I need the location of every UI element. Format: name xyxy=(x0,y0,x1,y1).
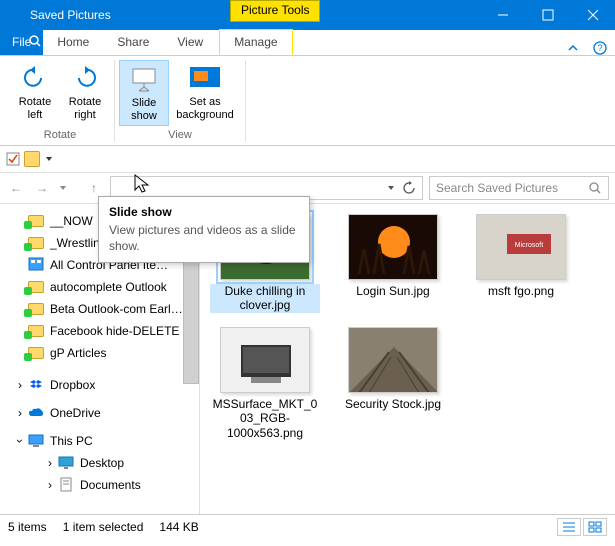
thumbnail xyxy=(348,327,438,393)
rotate-right-button[interactable]: Rotate right xyxy=(60,60,110,124)
ribbon-group-label-view: View xyxy=(168,129,192,141)
file-name: msft fgo.png xyxy=(488,284,554,298)
tree-item-onedrive[interactable]: ›OneDrive xyxy=(0,402,199,424)
titlebar: Saved Pictures Picture Tools xyxy=(0,0,615,30)
tab-home[interactable]: Home xyxy=(43,29,103,55)
status-size: 144 KB xyxy=(159,520,198,534)
tree-item[interactable]: Facebook hide-DELETE xyxy=(0,320,199,342)
tree-item[interactable]: Beta Outlook-com Earl… xyxy=(0,298,199,320)
tree-item-documents[interactable]: ›Documents xyxy=(0,474,199,496)
pc-icon xyxy=(28,433,44,449)
tree-item[interactable]: gP Articles xyxy=(0,342,199,364)
svg-text:Microsoft: Microsoft xyxy=(515,242,543,249)
ribbon-group-rotate: Rotate left Rotate right Rotate xyxy=(6,60,115,141)
onedrive-icon xyxy=(28,405,44,421)
set-as-background-button[interactable]: Set as background xyxy=(169,60,241,126)
chevron-right-icon: › xyxy=(48,478,52,492)
file-name: Duke chilling in clover.jpg xyxy=(210,284,320,313)
rotate-left-icon xyxy=(21,62,49,94)
tab-file[interactable]: File xyxy=(0,29,43,55)
file-item[interactable]: MSSurface_MKT_003_RGB-1000x563.png xyxy=(210,327,320,440)
file-item[interactable]: Login Sun.jpg xyxy=(338,214,448,313)
desktop-icon xyxy=(58,455,74,471)
tree-item-dropbox[interactable]: ›Dropbox xyxy=(0,374,199,396)
help-icon[interactable]: ? xyxy=(593,41,607,55)
minimize-button[interactable] xyxy=(480,0,525,30)
tab-share[interactable]: Share xyxy=(103,29,163,55)
details-view-button[interactable] xyxy=(557,518,581,536)
thumbnail xyxy=(220,327,310,393)
maximize-button[interactable] xyxy=(525,0,570,30)
search-box[interactable]: Search Saved Pictures xyxy=(429,176,609,200)
status-bar: 5 items 1 item selected 144 KB xyxy=(0,514,615,538)
tooltip-slide-show: Slide show View pictures and videos as a… xyxy=(98,196,310,263)
ribbon-group-label-rotate: Rotate xyxy=(44,129,76,141)
file-name: Security Stock.jpg xyxy=(345,397,441,411)
close-button[interactable] xyxy=(570,0,615,30)
file-name: Login Sun.jpg xyxy=(356,284,429,298)
tree-item[interactable]: autocomplete Outlook xyxy=(0,276,199,298)
ribbon-tabs: File Home Share View Manage ? xyxy=(0,30,615,56)
search-placeholder: Search Saved Pictures xyxy=(436,181,558,195)
rotate-right-icon xyxy=(71,62,99,94)
ribbon-collapse-icon[interactable] xyxy=(567,42,579,54)
chevron-down-icon: › xyxy=(13,439,27,443)
address-dropdown-icon[interactable] xyxy=(386,183,396,193)
file-name: MSSurface_MKT_003_RGB-1000x563.png xyxy=(210,397,320,440)
context-tab-picture-tools[interactable]: Picture Tools xyxy=(230,0,320,22)
thumbnail: Microsoft xyxy=(476,214,566,280)
qat-dropdown-icon[interactable] xyxy=(44,154,54,164)
forward-button[interactable]: → xyxy=(32,181,52,195)
up-button[interactable]: ↑ xyxy=(84,181,104,195)
status-selected: 1 item selected xyxy=(63,520,144,534)
back-button[interactable]: ← xyxy=(6,181,26,195)
qat-checkbox-icon[interactable] xyxy=(6,152,20,166)
search-icon[interactable] xyxy=(588,181,602,195)
dropbox-icon xyxy=(28,377,44,393)
quick-access-toolbar xyxy=(0,146,615,172)
ribbon: Rotate left Rotate right Rotate Slide sh… xyxy=(0,56,615,146)
qat-folder-icon[interactable] xyxy=(24,151,40,167)
svg-text:?: ? xyxy=(597,43,602,53)
control-panel-icon xyxy=(28,257,44,273)
refresh-icon[interactable] xyxy=(402,181,416,195)
status-item-count: 5 items xyxy=(8,520,47,534)
file-item[interactable]: Security Stock.jpg xyxy=(338,327,448,440)
file-item[interactable]: Microsoft msft fgo.png xyxy=(466,214,576,313)
ribbon-group-view: Slide show Set as background View xyxy=(115,60,246,141)
tell-me-icon[interactable] xyxy=(28,34,42,48)
set-background-icon xyxy=(188,62,222,94)
tree-item-thispc[interactable]: ›This PC xyxy=(0,430,199,452)
recent-dropdown[interactable] xyxy=(58,183,78,193)
window-title: Saved Pictures xyxy=(0,8,111,22)
window-controls xyxy=(480,0,615,30)
documents-icon xyxy=(58,477,74,493)
tooltip-body: View pictures and videos as a slide show… xyxy=(109,223,299,254)
rotate-left-button[interactable]: Rotate left xyxy=(10,60,60,124)
slide-show-button[interactable]: Slide show xyxy=(119,60,169,126)
thumbnails-view-button[interactable] xyxy=(583,518,607,536)
chevron-right-icon: › xyxy=(18,378,22,392)
slide-show-icon xyxy=(129,63,159,95)
tree-item-desktop[interactable]: ›Desktop xyxy=(0,452,199,474)
chevron-right-icon: › xyxy=(18,406,22,420)
tab-manage[interactable]: Manage xyxy=(219,29,292,55)
thumbnail xyxy=(348,214,438,280)
tab-view[interactable]: View xyxy=(163,29,217,55)
tooltip-title: Slide show xyxy=(109,205,299,219)
chevron-right-icon: › xyxy=(48,456,52,470)
